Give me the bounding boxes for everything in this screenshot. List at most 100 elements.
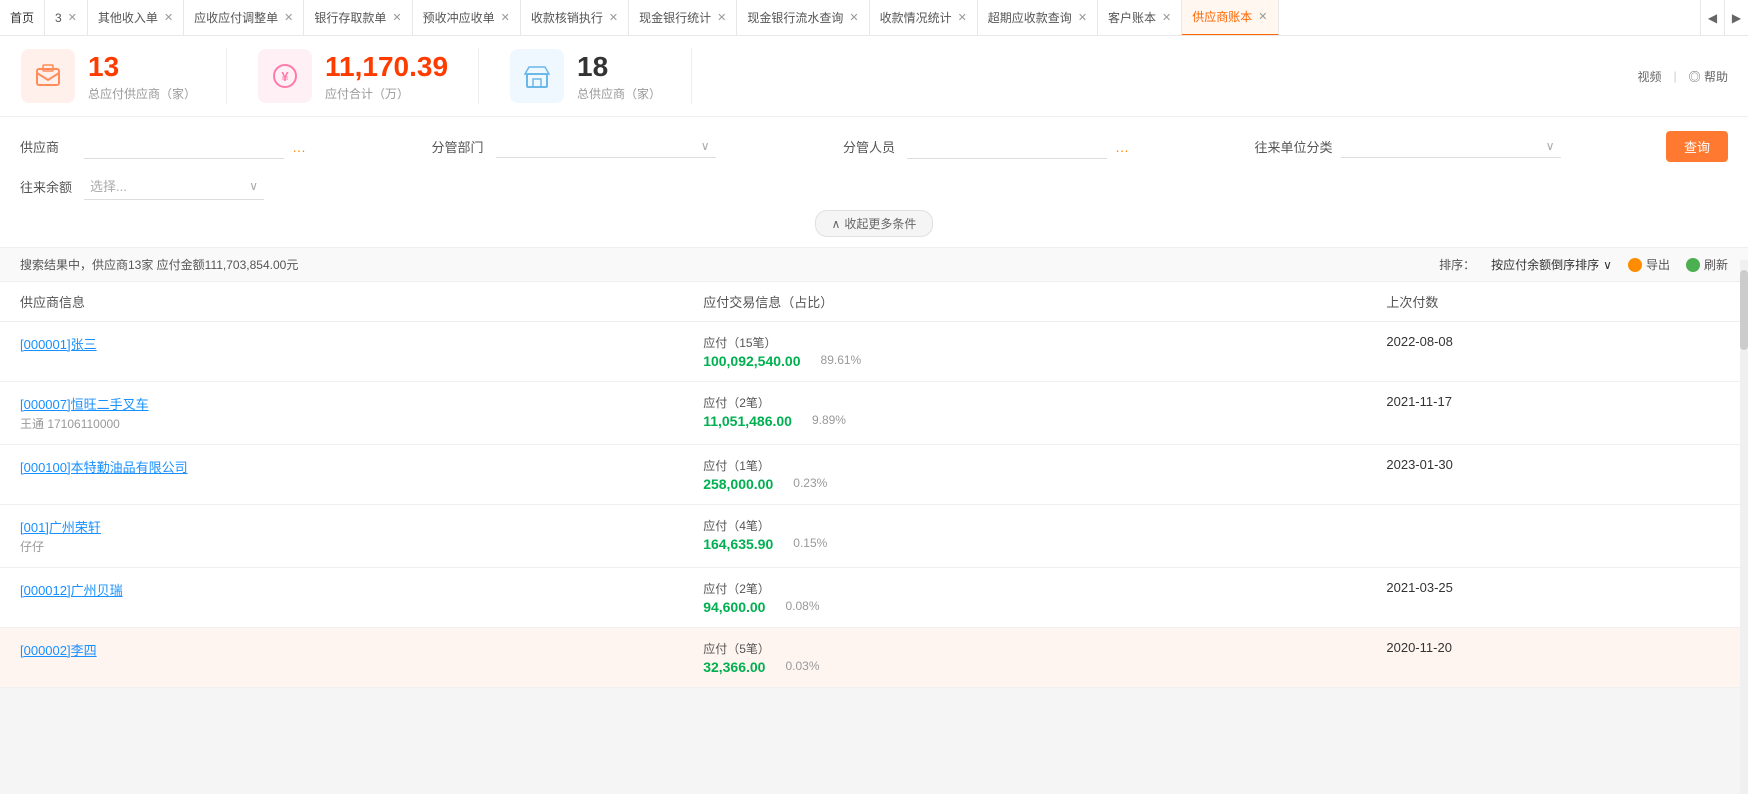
close-icon[interactable]: ✕ [849, 11, 858, 24]
supplier-label: 供应商 [20, 137, 76, 156]
table-row: [000100]本特勤油品有限公司 应付（1笔） 258,000.00 0.23… [0, 445, 1748, 505]
close-icon[interactable]: ✕ [1162, 11, 1171, 24]
nav-tab-bank-deposit[interactable]: 银行存取款单 ✕ [304, 0, 412, 36]
payable-amount-000002[interactable]: 32,366.00 [703, 659, 765, 675]
total-suppliers-label: 总供应商（家） [577, 85, 661, 102]
refresh-label: 刷新 [1704, 256, 1728, 273]
close-icon[interactable]: ✕ [501, 11, 510, 24]
supplier-link-000007[interactable]: [000007]恒旺二手叉车 [20, 397, 149, 412]
refresh-icon [1686, 258, 1700, 272]
last-pay-date-000001: 2022-08-08 [1386, 334, 1728, 349]
export-button[interactable]: 导出 [1628, 256, 1670, 273]
person-dots-icon[interactable]: … [1115, 139, 1129, 155]
summary-total-suppliers: 18 总供应商（家） [509, 48, 692, 104]
close-icon[interactable]: ✕ [1258, 10, 1267, 23]
payable-amount-000012[interactable]: 94,600.00 [703, 599, 765, 615]
balance-label: 往来余额 [20, 177, 76, 196]
summary-ap-amount-info: 11,170.39 应付合计（万） [325, 50, 448, 103]
payable-label-000012: 应付（2笔） [703, 580, 1386, 597]
nav-tab-customer-account[interactable]: 客户账本 ✕ [1098, 0, 1182, 36]
nav-tab-cash-bank-flow[interactable]: 现金银行流水查询 ✕ [737, 0, 869, 36]
person-input[interactable] [907, 135, 1107, 159]
nav-tab-other-income[interactable]: 其他收入单 ✕ [88, 0, 184, 36]
nav-tab-collection-exec[interactable]: 收款核销执行 ✕ [521, 0, 629, 36]
filter-category: 往来单位分类 ∨ [1255, 135, 1647, 158]
category-select[interactable]: ∨ [1341, 135, 1561, 158]
nav-tab-supplier-account[interactable]: 供应商账本 ✕ [1182, 0, 1278, 36]
nav-tab-cash-bank-stat[interactable]: 现金银行统计 ✕ [629, 0, 737, 36]
payable-amount-000100[interactable]: 258,000.00 [703, 476, 773, 492]
close-icon[interactable]: ✕ [609, 11, 618, 24]
col-header-payable: 应付交易信息（占比） [703, 292, 1386, 311]
payable-amount-000007[interactable]: 11,051,486.00 [703, 413, 792, 429]
nav-tab-advance-offset-label: 预收冲应收单 [423, 9, 495, 26]
table-header: 供应商信息 应付交易信息（占比） 上次付数 [0, 282, 1748, 322]
ap-amount-label: 应付合计（万） [325, 85, 448, 102]
nav-tab-cash-bank-flow-label: 现金银行流水查询 [747, 9, 843, 26]
filter-dept: 分管部门 ∨ [432, 135, 824, 158]
nav-tab-3-close[interactable]: ✕ [68, 11, 77, 24]
supplier-sub-000007: 王通 17106110000 [20, 415, 703, 432]
nav-tab-customer-account-label: 客户账本 [1108, 9, 1156, 26]
scrollbar-track [1740, 260, 1748, 794]
results-summary-text: 搜索结果中，供应商13家 应付金额111,703,854.00元 [20, 256, 298, 273]
supplier-dots-icon[interactable]: … [292, 139, 306, 155]
nav-tab-home[interactable]: 首页 [0, 0, 45, 36]
close-icon[interactable]: ✕ [392, 11, 401, 24]
payable-label-000100: 应付（1笔） [703, 457, 1386, 474]
query-button[interactable]: 查询 [1666, 131, 1728, 162]
payable-label-001: 应付（4笔） [703, 517, 1386, 534]
nav-tab-overdue-ap[interactable]: 超期应收款查询 ✕ [978, 0, 1098, 36]
close-icon[interactable]: ✕ [958, 11, 967, 24]
summary-bar: 13 总应付供应商（家） ¥ 11,170.39 应付合计（万） [0, 36, 1748, 117]
supplier-link-000100[interactable]: [000100]本特勤油品有限公司 [20, 460, 188, 475]
balance-select[interactable]: 选择... ∨ [84, 172, 264, 200]
supplier-link-001[interactable]: [001]广州荣轩 [20, 520, 101, 535]
supplier-info-000001: [000001]张三 [20, 334, 703, 353]
scrollbar-thumb[interactable] [1740, 270, 1748, 350]
close-icon[interactable]: ✕ [1078, 11, 1087, 24]
results-bar: 搜索结果中，供应商13家 应付金额111,703,854.00元 排序： 按应付… [0, 248, 1748, 282]
payable-amount-001[interactable]: 164,635.90 [703, 536, 773, 552]
person-label: 分管人员 [843, 137, 899, 156]
nav-arrows: ◀ ▶ [1700, 0, 1748, 36]
close-icon[interactable]: ✕ [717, 11, 726, 24]
nav-tab-overdue-ap-label: 超期应收款查询 [988, 9, 1072, 26]
collapse-button[interactable]: ∧ 收起更多条件 [815, 210, 934, 237]
help-video-link[interactable]: 视频 [1638, 68, 1662, 85]
nav-tab-other-income-label: 其他收入单 [98, 9, 158, 26]
total-suppliers-icon [510, 49, 564, 103]
payable-info-001: 应付（4笔） 164,635.90 0.15% [703, 517, 1386, 552]
refresh-button[interactable]: 刷新 [1686, 256, 1728, 273]
payable-pct-001: 0.15% [793, 536, 827, 550]
nav-next-arrow[interactable]: ▶ [1724, 0, 1748, 36]
table-row: [001]广州荣轩 仔仔 应付（4笔） 164,635.90 0.15% [0, 505, 1748, 568]
supplier-sub-001: 仔仔 [20, 538, 703, 555]
dept-select[interactable]: ∨ [496, 135, 716, 158]
nav-tab-bank-deposit-label: 银行存取款单 [314, 9, 386, 26]
nav-tab-home-label: 首页 [10, 9, 34, 26]
nav-tab-ap-adjust-label: 应收应付调整单 [194, 9, 278, 26]
ap-suppliers-value: 13 [88, 50, 196, 84]
help-question-link[interactable]: ◎ 帮助 [1689, 68, 1728, 85]
sort-select[interactable]: 按应付余额倒序排序 ∨ [1491, 256, 1612, 273]
table-row: [000002]李四 应付（5笔） 32,366.00 0.03% 2020-1… [0, 628, 1748, 688]
supplier-link-000012[interactable]: [000012]广州贝瑞 [20, 583, 123, 598]
supplier-link-000002[interactable]: [000002]李四 [20, 643, 97, 658]
nav-tab-ap-adjust[interactable]: 应收应付调整单 ✕ [184, 0, 304, 36]
ap-amount-value: 11,170.39 [325, 50, 448, 84]
nav-prev-arrow[interactable]: ◀ [1700, 0, 1724, 36]
nav-tab-collection-stat[interactable]: 收款情况统计 ✕ [870, 0, 978, 36]
filter-supplier: 供应商 … [20, 135, 412, 159]
supplier-input[interactable] [84, 135, 284, 159]
payable-info-000100: 应付（1笔） 258,000.00 0.23% [703, 457, 1386, 492]
nav-tab-advance-offset[interactable]: 预收冲应收单 ✕ [413, 0, 521, 36]
close-icon[interactable]: ✕ [164, 11, 173, 24]
nav-tab-3[interactable]: 3 ✕ [45, 0, 88, 36]
close-icon[interactable]: ✕ [284, 11, 293, 24]
ap-amount-icon: ¥ [258, 49, 312, 103]
payable-amount-000001[interactable]: 100,092,540.00 [703, 353, 800, 369]
payable-pct-000001: 89.61% [821, 353, 862, 367]
ap-suppliers-icon [21, 49, 75, 103]
supplier-link-000001[interactable]: [000001]张三 [20, 337, 97, 352]
